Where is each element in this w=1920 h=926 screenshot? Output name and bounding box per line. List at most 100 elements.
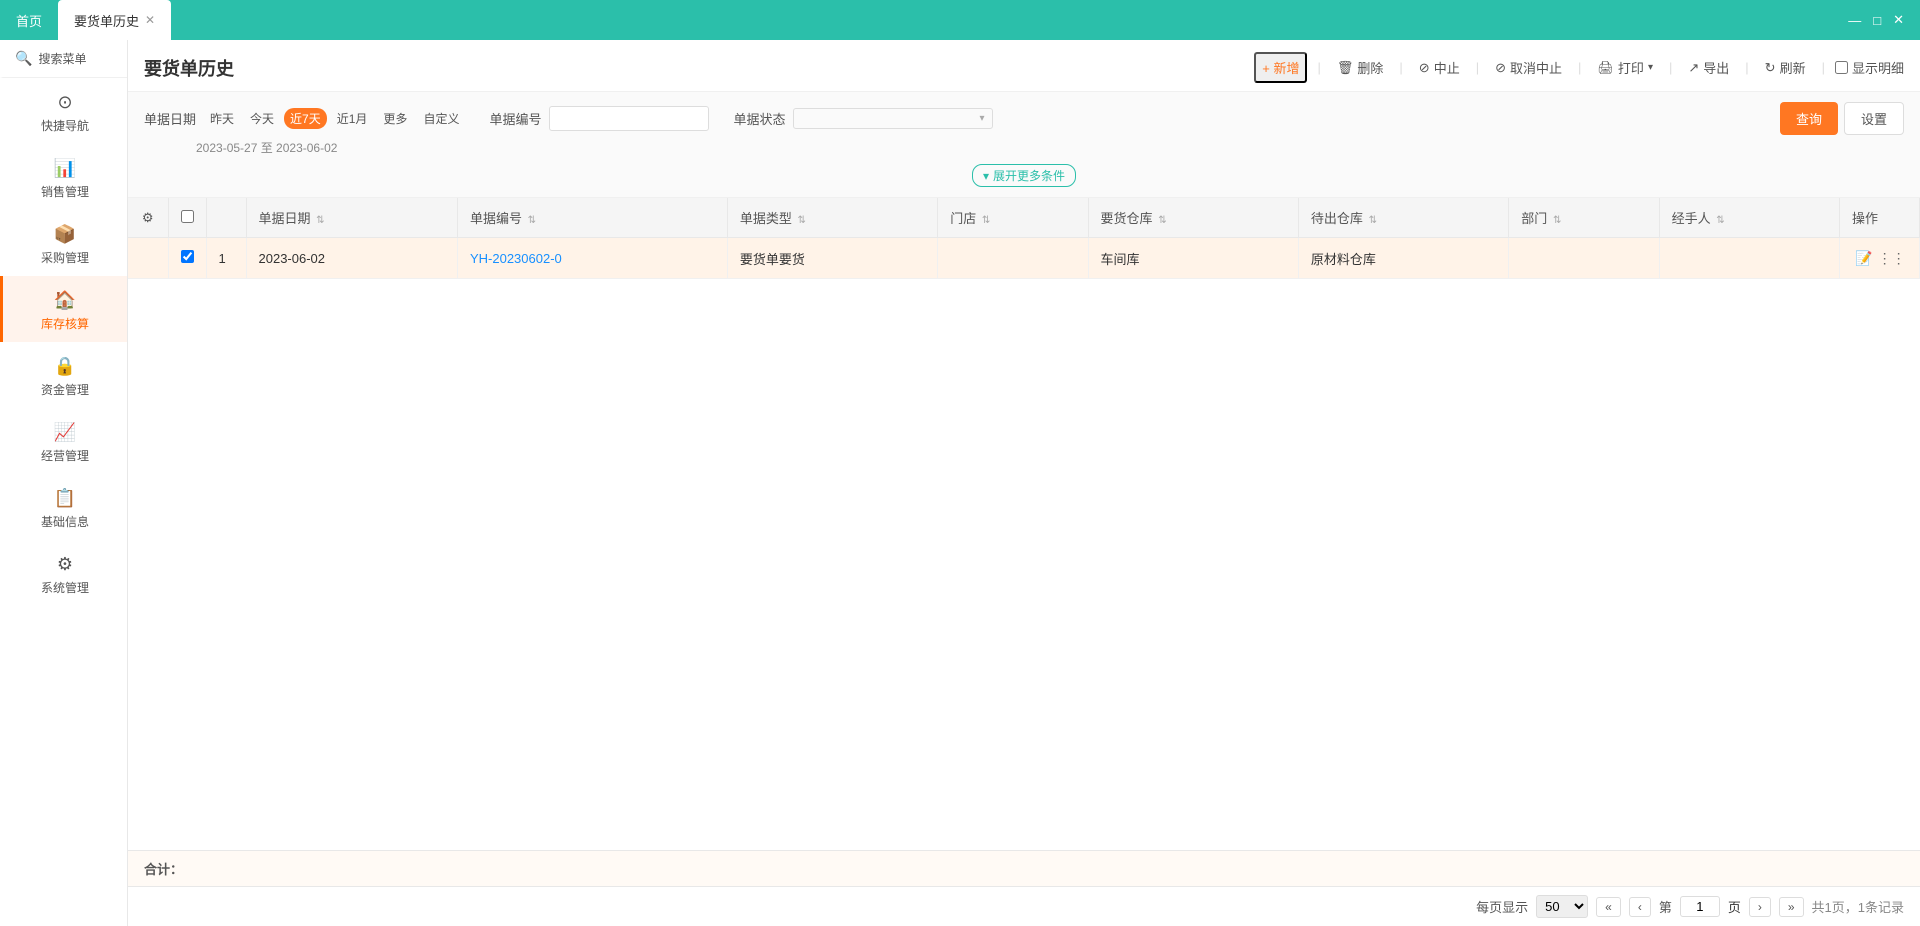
order-no-input[interactable] xyxy=(549,106,709,131)
maximize-button[interactable]: □ xyxy=(1873,13,1881,28)
sidebar-item-quick-nav[interactable]: ⊙ 快捷导航 xyxy=(0,78,127,144)
export-button[interactable]: ↗ 导出 xyxy=(1682,54,1735,81)
select-all-checkbox[interactable] xyxy=(181,210,194,223)
expand-more-area: ▾ 展开更多条件 xyxy=(144,164,1904,187)
row-handler xyxy=(1659,238,1839,279)
operation-icon: 📈 xyxy=(54,422,76,443)
table-row: 1 2023-06-02 YH-20230602-0 要货单要货 车间库 原材料… xyxy=(128,238,1920,279)
tab-close-icon[interactable]: ✕ xyxy=(145,13,155,27)
sidebar-item-finance[interactable]: 🔒 资金管理 xyxy=(0,342,127,408)
date-range-text: 2023-05-27 至 2023-06-02 xyxy=(196,141,337,155)
cancel-stop-icon: ⊘ xyxy=(1495,60,1506,76)
minimize-button[interactable]: — xyxy=(1848,13,1861,28)
order-no-link[interactable]: YH-20230602-0 xyxy=(470,251,562,266)
col-checkbox xyxy=(168,198,206,238)
display-cell-button[interactable]: 显示明细 xyxy=(1835,58,1904,77)
refresh-button[interactable]: ↻ 刷新 xyxy=(1759,54,1812,81)
print-button[interactable]: 🖨 打印 ▾ xyxy=(1591,54,1659,81)
prev-page-button[interactable]: ‹ xyxy=(1629,897,1651,917)
sidebar-search-label: 搜索菜单 xyxy=(38,50,86,67)
tab-home[interactable]: 首页 xyxy=(0,0,58,40)
refresh-icon: ↻ xyxy=(1765,60,1776,76)
cancel-stop-button[interactable]: ⊘ 取消中止 xyxy=(1489,54,1568,81)
delete-icon: 🗑 xyxy=(1337,60,1354,76)
system-icon: ⚙ xyxy=(57,554,73,575)
department-sort-icon[interactable]: ⇅ xyxy=(1553,215,1561,226)
row-edit-button[interactable]: 📝 xyxy=(1852,246,1876,270)
main-layout: 🔍 搜索菜单 ⊙ 快捷导航 📊 销售管理 📦 采购管理 🏠 库存核算 🔒 资金管… xyxy=(0,40,1920,926)
filter-buttons: 查询 设置 xyxy=(1780,102,1904,135)
sidebar: 🔍 搜索菜单 ⊙ 快捷导航 📊 销售管理 📦 采购管理 🏠 库存核算 🔒 资金管… xyxy=(0,40,128,926)
row-order-no: YH-20230602-0 xyxy=(457,238,727,279)
col-operations: 操作 xyxy=(1840,198,1920,238)
recent-month-shortcut[interactable]: 近1月 xyxy=(331,108,374,129)
page-header: 要货单历史 + 新增 | 🗑 删除 | ⊘ 中止 | ⊘ 取消中止 | xyxy=(128,40,1920,92)
row-checkbox[interactable] xyxy=(181,250,194,263)
sidebar-item-label: 采购管理 xyxy=(41,249,89,266)
stop-button[interactable]: ⊘ 中止 xyxy=(1413,54,1466,81)
settings-filter-button[interactable]: 设置 xyxy=(1844,102,1904,135)
sidebar-item-sales[interactable]: 📊 销售管理 xyxy=(0,144,127,210)
page-size-select[interactable]: 50 10 20 100 xyxy=(1536,895,1588,918)
new-button[interactable]: + 新增 xyxy=(1254,52,1307,83)
sidebar-item-operation[interactable]: 📈 经营管理 xyxy=(0,408,127,474)
tab-bar: 首页 要货单历史 ✕ xyxy=(0,0,1848,40)
date-range-display: 2023-05-27 至 2023-06-02 xyxy=(196,139,1904,156)
row-department xyxy=(1509,238,1659,279)
store-sort-icon[interactable]: ⇅ xyxy=(982,215,990,226)
col-settings: ⚙ xyxy=(128,198,168,238)
recent7-shortcut[interactable]: 近7天 xyxy=(284,108,327,129)
expand-more-button[interactable]: ▾ 展开更多条件 xyxy=(972,164,1076,187)
sidebar-item-basic-info[interactable]: 📋 基础信息 xyxy=(0,474,127,540)
row-operations-col: 📝 ⋮⋮ xyxy=(1840,238,1920,279)
col-handler: 经手人 ⇅ xyxy=(1659,198,1839,238)
last-page-button[interactable]: » xyxy=(1779,897,1804,917)
table-settings-icon[interactable]: ⚙ xyxy=(142,210,154,225)
first-page-button[interactable]: « xyxy=(1596,897,1621,917)
page-number-input[interactable] xyxy=(1680,896,1720,917)
order-no-filter-group: 单据编号 xyxy=(489,106,709,131)
sidebar-item-label: 经营管理 xyxy=(41,447,89,464)
date-sort-icon[interactable]: ⇅ xyxy=(316,215,324,226)
sidebar-item-purchase[interactable]: 📦 采购管理 xyxy=(0,210,127,276)
col-order-type-label: 单据类型 xyxy=(740,211,792,226)
handler-sort-icon[interactable]: ⇅ xyxy=(1716,215,1724,226)
orders-table: ⚙ 单据日期 ⇅ 单据编号 ⇅ xyxy=(128,198,1920,279)
row-checkbox-col xyxy=(168,238,206,279)
req-warehouse-sort-icon[interactable]: ⇅ xyxy=(1158,215,1166,226)
order-no-sort-icon[interactable]: ⇅ xyxy=(528,215,536,226)
today-shortcut[interactable]: 今天 xyxy=(244,108,280,129)
order-type-sort-icon[interactable]: ⇅ xyxy=(798,215,806,226)
query-button[interactable]: 查询 xyxy=(1780,102,1838,135)
quick-nav-icon: ⊙ xyxy=(57,92,72,113)
next-page-button[interactable]: › xyxy=(1749,897,1771,917)
tab-order-history[interactable]: 要货单历史 ✕ xyxy=(58,0,171,40)
row-req-warehouse: 车间库 xyxy=(1088,238,1298,279)
sales-icon: 📊 xyxy=(54,158,76,179)
row-index: 1 xyxy=(206,238,246,279)
col-department-label: 部门 xyxy=(1521,211,1547,226)
sidebar-item-inventory[interactable]: 🏠 库存核算 xyxy=(0,276,127,342)
display-cell-checkbox[interactable] xyxy=(1835,61,1848,74)
cancel-stop-label: 取消中止 xyxy=(1510,58,1562,77)
close-button[interactable]: ✕ xyxy=(1893,12,1904,28)
sidebar-item-system[interactable]: ⚙ 系统管理 xyxy=(0,540,127,606)
yesterday-shortcut[interactable]: 昨天 xyxy=(204,108,240,129)
col-order-type: 单据类型 ⇅ xyxy=(727,198,937,238)
status-select[interactable]: ▾ xyxy=(793,108,993,129)
content-area: 要货单历史 + 新增 | 🗑 删除 | ⊘ 中止 | ⊘ 取消中止 | xyxy=(128,40,1920,926)
more-shortcut[interactable]: 更多 xyxy=(377,108,413,129)
delete-button[interactable]: 🗑 删除 xyxy=(1331,54,1390,81)
status-filter-group: 单据状态 ▾ xyxy=(733,108,993,129)
export-label: 导出 xyxy=(1703,58,1729,77)
sidebar-item-label: 库存核算 xyxy=(41,315,89,332)
pending-warehouse-sort-icon[interactable]: ⇅ xyxy=(1369,215,1377,226)
search-icon: 🔍 xyxy=(15,50,32,67)
expand-more-label: 展开更多条件 xyxy=(993,167,1065,184)
sidebar-search[interactable]: 🔍 搜索菜单 xyxy=(0,40,127,78)
row-more-button[interactable]: ⋮⋮ xyxy=(1880,246,1904,270)
row-order-type: 要货单要货 xyxy=(727,238,937,279)
custom-shortcut[interactable]: 自定义 xyxy=(417,108,465,129)
sidebar-item-label: 基础信息 xyxy=(41,513,89,530)
print-dropdown-icon: ▾ xyxy=(1648,62,1653,73)
